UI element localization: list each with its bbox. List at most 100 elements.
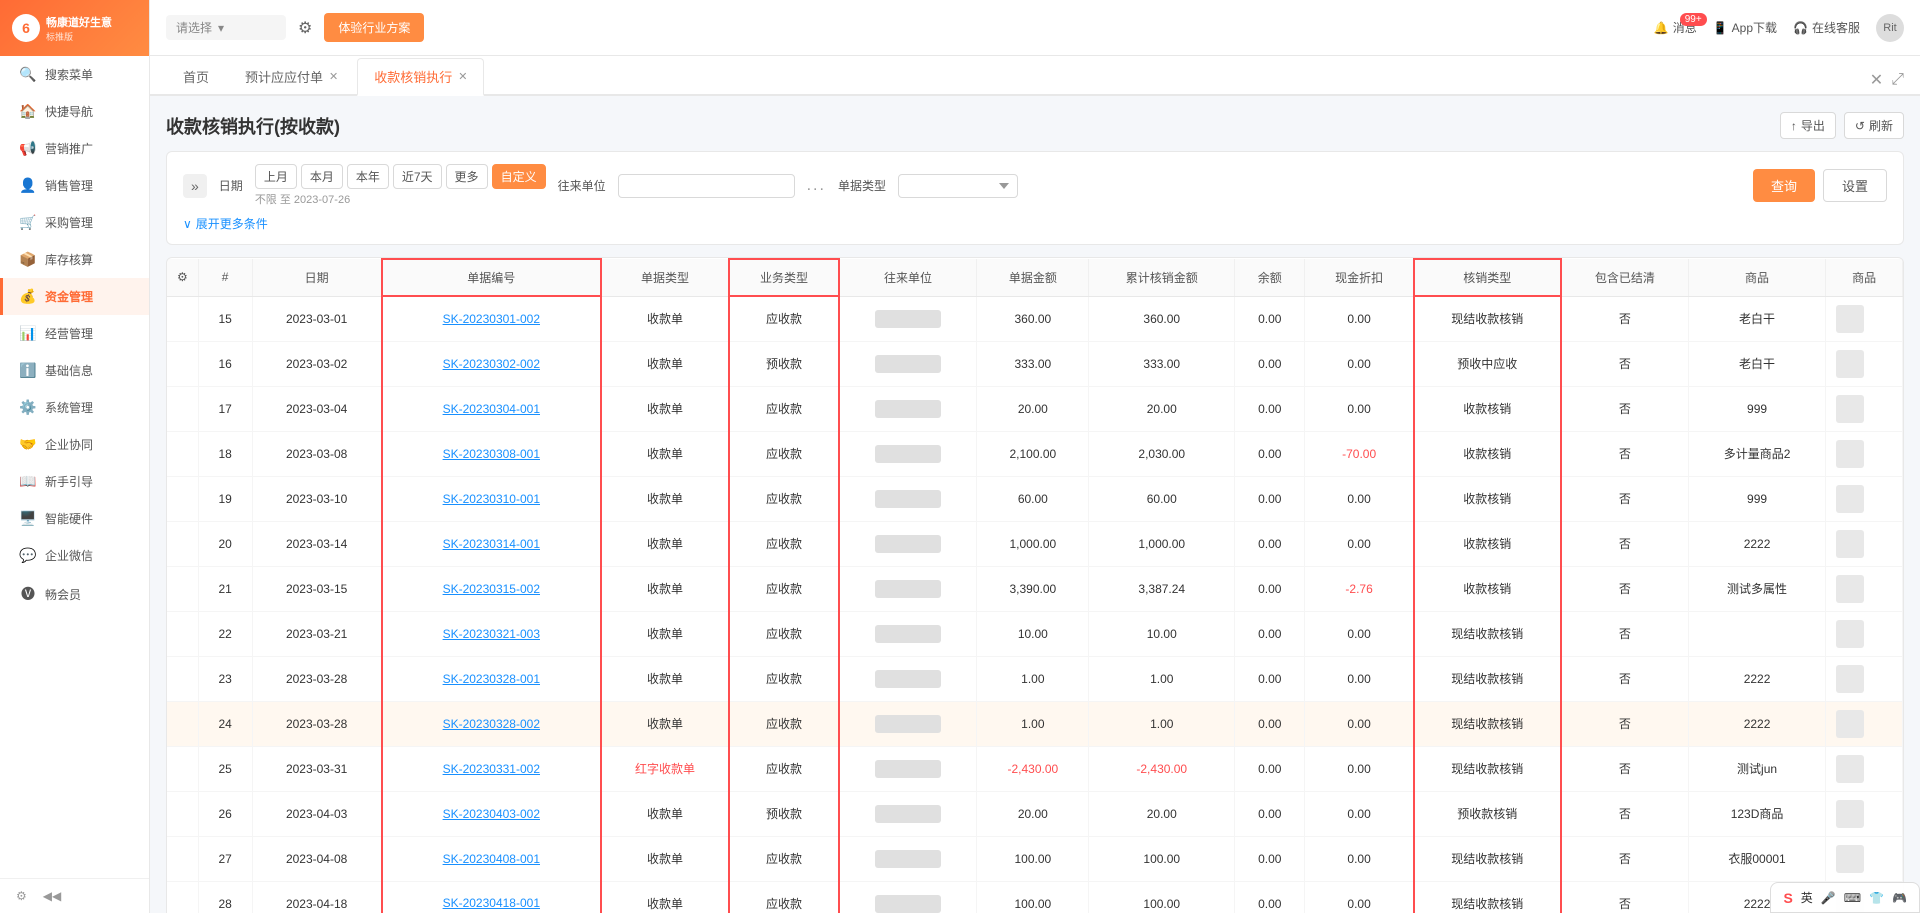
bill-no-link-3[interactable]: SK-20230308-001	[443, 447, 540, 461]
col-cancel-type[interactable]: 核销类型	[1414, 259, 1561, 296]
sidebar-item-sales[interactable]: 👤 销售管理	[0, 167, 149, 204]
sales-icon: 👤	[19, 177, 37, 194]
app-download-button[interactable]: 📱 App下载	[1713, 19, 1777, 36]
cell-bill-no-4[interactable]: SK-20230310-001	[382, 476, 601, 521]
bill-no-link-10[interactable]: SK-20230331-002	[443, 762, 540, 776]
query-button[interactable]: 查询	[1753, 169, 1815, 202]
sougou-mic-icon[interactable]: 🎤	[1821, 891, 1836, 905]
sidebar-item-operation[interactable]: 📊 经营管理	[0, 315, 149, 352]
bill-no-link-7[interactable]: SK-20230321-003	[443, 627, 540, 641]
cell-bill-no-8[interactable]: SK-20230328-001	[382, 656, 601, 701]
sougou-input-bar[interactable]: S 英 🎤 ⌨ 👕 🎮	[1770, 882, 1920, 913]
cell-bill-no-7[interactable]: SK-20230321-003	[382, 611, 601, 656]
date-btn-custom[interactable]: 自定义	[492, 164, 546, 189]
sidebar-item-inventory[interactable]: 📦 库存核算	[0, 241, 149, 278]
cell-cash-discount-10: 0.00	[1305, 746, 1414, 791]
bill-no-link-8[interactable]: SK-20230328-001	[443, 672, 540, 686]
sougou-shirt-icon[interactable]: 👕	[1869, 891, 1884, 905]
sidebar-item-wechat[interactable]: 💬 企业微信	[0, 537, 149, 574]
sougou-keyboard-icon[interactable]: ⌨	[1844, 891, 1861, 905]
bill-no-link-4[interactable]: SK-20230310-001	[443, 492, 540, 506]
cell-num-12: 27	[198, 836, 252, 881]
date-btn-this-month[interactable]: 本月	[301, 164, 343, 189]
notification-button[interactable]: 🔔 消息 99+	[1654, 19, 1697, 36]
export-button[interactable]: ↑ 导出	[1780, 112, 1836, 139]
sidebar-item-shortcuts[interactable]: 🏠 快捷导航	[0, 93, 149, 130]
tab-home[interactable]: 首页	[166, 58, 226, 94]
bill-type-select[interactable]	[898, 174, 1018, 198]
base-icon: ℹ️	[19, 362, 37, 379]
sougou-game-icon[interactable]: 🎮	[1892, 891, 1907, 905]
tab-close-collection[interactable]: ✕	[458, 70, 467, 83]
page-title-actions: ↑ 导出 ↺ 刷新	[1780, 112, 1904, 139]
close-tab-icon[interactable]: ✕	[1870, 70, 1883, 90]
col-biz-type[interactable]: 业务类型	[729, 259, 839, 296]
cell-date-12: 2023-04-08	[252, 836, 382, 881]
cell-num-8: 23	[198, 656, 252, 701]
cell-bill-no-12[interactable]: SK-20230408-001	[382, 836, 601, 881]
tab-receivable[interactable]: 预计应应付单✕	[228, 58, 355, 94]
cell-bill-no-13[interactable]: SK-20230418-001	[382, 881, 601, 913]
cell-amount-7: 10.00	[977, 611, 1089, 656]
col-settings[interactable]: ⚙	[167, 259, 198, 296]
filter-expand-button[interactable]: »	[183, 174, 207, 198]
user-avatar[interactable]: Rit	[1876, 14, 1904, 42]
sidebar-item-enterprise[interactable]: 🤝 企业协同	[0, 426, 149, 463]
table-row: 16 2023-03-02 SK-20230302-002 收款单 预收款 33…	[167, 341, 1903, 386]
notification-badge: 99+	[1680, 13, 1707, 26]
cell-goods-3: 多计量商品2	[1688, 431, 1825, 476]
date-btn-this-year[interactable]: 本年	[347, 164, 389, 189]
sidebar-item-hardware[interactable]: 🖥️ 智能硬件	[0, 500, 149, 537]
bill-no-link-11[interactable]: SK-20230403-002	[443, 807, 540, 821]
col-bill-no[interactable]: 单据编号	[382, 259, 601, 296]
sidebar-item-finance[interactable]: 💰 资金管理	[0, 278, 149, 315]
sidebar-collapse-icon[interactable]: ◀◀	[43, 889, 61, 903]
date-btn-more[interactable]: 更多	[446, 164, 488, 189]
cell-bill-no-10[interactable]: SK-20230331-002	[382, 746, 601, 791]
breadcrumb-selector[interactable]: 请选择 ▾	[166, 15, 286, 40]
cell-bill-no-11[interactable]: SK-20230403-002	[382, 791, 601, 836]
bill-no-link-13[interactable]: SK-20230418-001	[443, 896, 540, 910]
expand-tab-icon[interactable]: ⤢	[1891, 71, 1904, 89]
cell-bill-no-0[interactable]: SK-20230301-002	[382, 296, 601, 341]
sidebar-gear-icon[interactable]: ⚙	[16, 889, 27, 903]
cell-balance-8: 0.00	[1235, 656, 1305, 701]
sidebar-item-search[interactable]: 🔍 搜索菜单	[0, 56, 149, 93]
sidebar-item-base[interactable]: ℹ️ 基础信息	[0, 352, 149, 389]
date-btn-last-month[interactable]: 上月	[255, 164, 297, 189]
sidebar-item-purchase[interactable]: 🛒 采购管理	[0, 204, 149, 241]
cell-bill-no-2[interactable]: SK-20230304-001	[382, 386, 601, 431]
refresh-button[interactable]: ↺ 刷新	[1844, 112, 1904, 139]
sidebar-item-guide[interactable]: 📖 新手引导	[0, 463, 149, 500]
tab-collection[interactable]: 收款核销执行✕	[357, 58, 484, 96]
cell-amount-0: 360.00	[977, 296, 1089, 341]
bill-no-link-9[interactable]: SK-20230328-002	[443, 717, 540, 731]
online-support-button[interactable]: 🎧 在线客服	[1793, 19, 1860, 36]
cell-settings-1	[167, 341, 198, 386]
company-filter-input[interactable]	[618, 174, 795, 198]
sidebar-item-marketing[interactable]: 📢 营销推广	[0, 130, 149, 167]
filter-setting-button[interactable]: 设置	[1823, 169, 1887, 202]
cell-cash-discount-13: 0.00	[1305, 881, 1414, 913]
bill-no-link-6[interactable]: SK-20230315-002	[443, 582, 540, 596]
cell-bill-no-9[interactable]: SK-20230328-002	[382, 701, 601, 746]
bill-no-link-2[interactable]: SK-20230304-001	[443, 402, 540, 416]
cell-bill-no-3[interactable]: SK-20230308-001	[382, 431, 601, 476]
filter-expand-more[interactable]: ∨ 展开更多条件	[183, 215, 1887, 232]
cell-bill-no-6[interactable]: SK-20230315-002	[382, 566, 601, 611]
cell-bill-no-5[interactable]: SK-20230314-001	[382, 521, 601, 566]
bill-no-link-0[interactable]: SK-20230301-002	[443, 312, 540, 326]
date-btn-7days[interactable]: 近7天	[393, 164, 442, 189]
bill-no-link-12[interactable]: SK-20230408-001	[443, 852, 540, 866]
cell-date-8: 2023-03-28	[252, 656, 382, 701]
solution-button[interactable]: 体验行业方案	[324, 13, 424, 42]
sidebar-item-member[interactable]: 🅥 畅会员	[0, 574, 149, 614]
logo-badge: 标推版	[46, 30, 112, 43]
sidebar-item-system[interactable]: ⚙️ 系统管理	[0, 389, 149, 426]
bill-no-link-5[interactable]: SK-20230314-001	[443, 537, 540, 551]
tab-close-receivable[interactable]: ✕	[329, 70, 338, 83]
bill-no-link-1[interactable]: SK-20230302-002	[443, 357, 540, 371]
cell-bill-no-1[interactable]: SK-20230302-002	[382, 341, 601, 386]
settings-icon[interactable]: ⚙	[298, 18, 312, 38]
inventory-icon: 📦	[19, 251, 37, 268]
